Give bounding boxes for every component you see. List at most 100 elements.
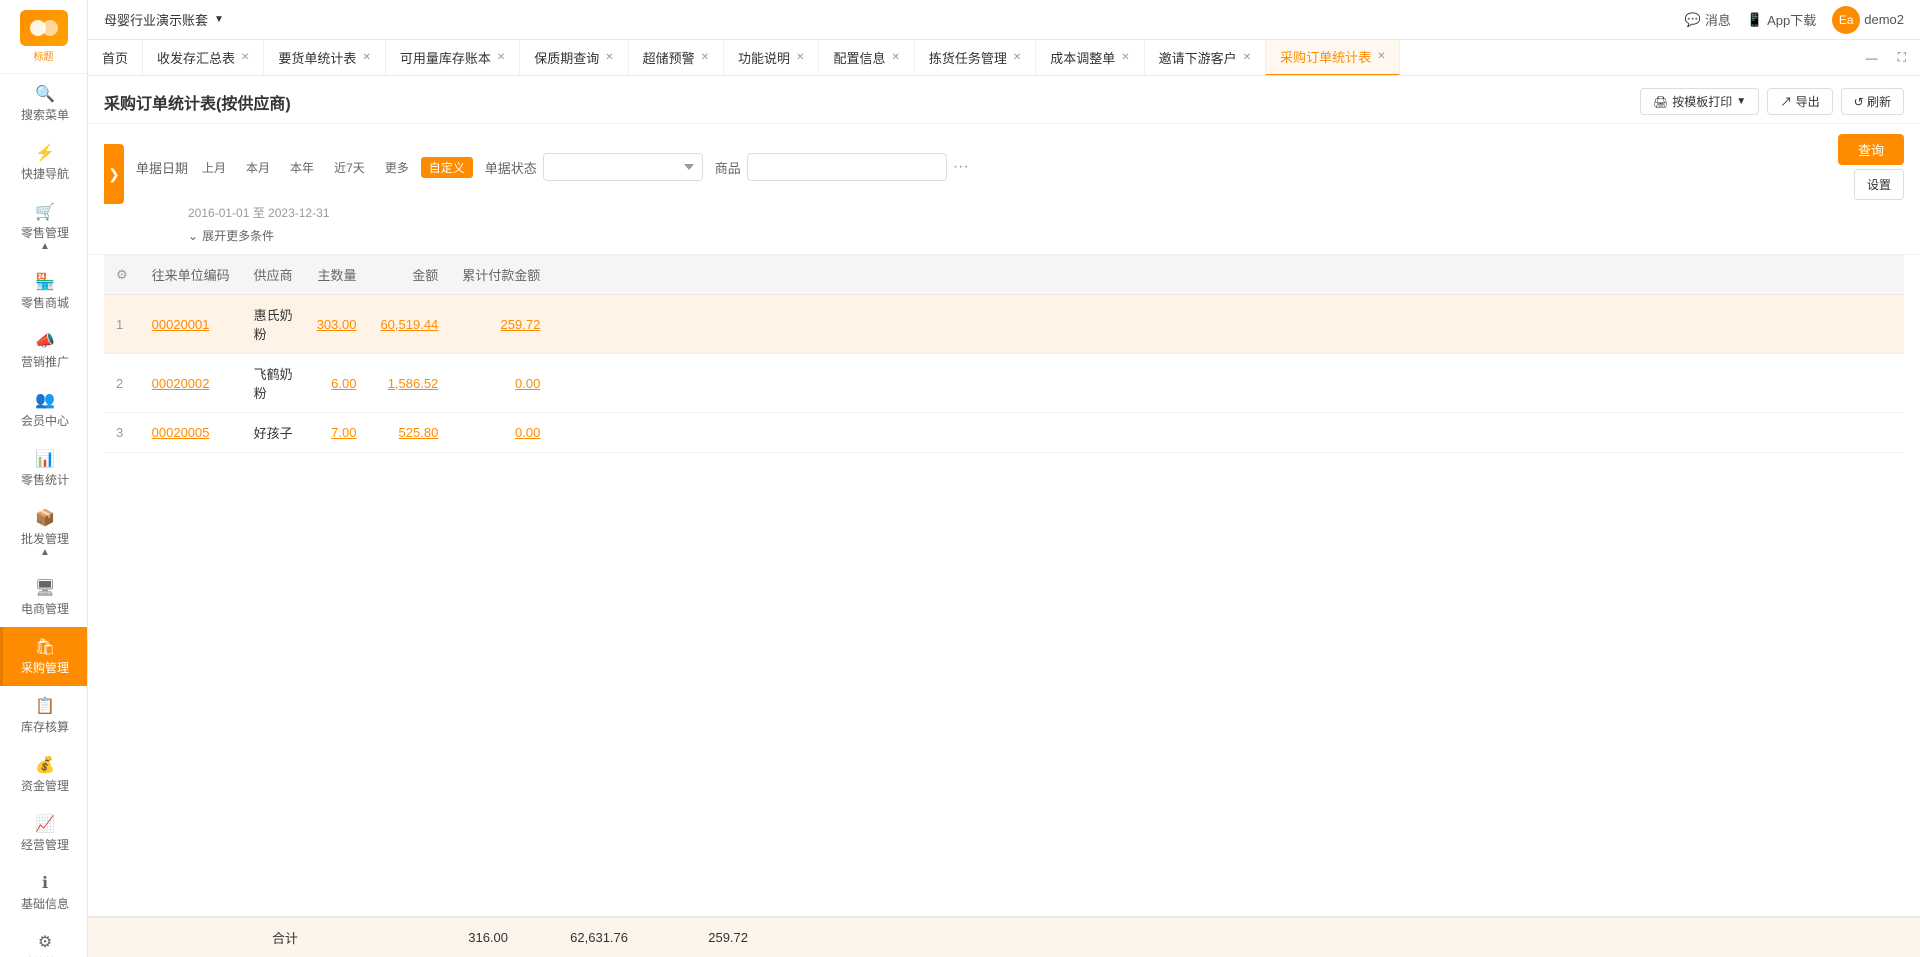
- chevron-right-icon: ❯: [108, 166, 120, 183]
- close-icon[interactable]: ✕: [1121, 52, 1129, 63]
- finance-icon: 💰: [35, 755, 55, 775]
- partner-code-cell: 00020005: [140, 413, 242, 453]
- close-icon[interactable]: ✕: [1013, 52, 1021, 63]
- sidebar-item-search[interactable]: 🔍 搜索菜单: [0, 74, 87, 133]
- close-icon[interactable]: ✕: [701, 52, 709, 63]
- refresh-button[interactable]: ↺ 刷新: [1841, 88, 1904, 115]
- page-title: 采购订单统计表(按供应商): [104, 90, 291, 114]
- last-7days-btn[interactable]: 近7天: [326, 157, 373, 178]
- app-download-button[interactable]: 📱 App下载: [1747, 10, 1816, 29]
- expand-tabs-button[interactable]: ⛶: [1892, 48, 1912, 67]
- close-icon[interactable]: ✕: [1377, 51, 1385, 62]
- tab-func-desc[interactable]: 功能说明 ✕: [724, 40, 819, 76]
- sidebar-item-label: 会员中心: [21, 412, 69, 429]
- settings-icon[interactable]: ⚙: [116, 267, 128, 282]
- workspace-name: 母婴行业演示账套: [104, 10, 208, 29]
- sidebar-item-operation[interactable]: 📈 经营管理: [0, 804, 87, 863]
- sidebar-item-marketing[interactable]: 📣 营销推广: [0, 321, 87, 380]
- last-month-btn[interactable]: 上月: [194, 157, 234, 178]
- query-button[interactable]: 查询: [1838, 134, 1904, 165]
- sidebar-item-purchase[interactable]: 🛍 采购管理: [0, 627, 87, 686]
- tab-invite[interactable]: 邀请下游客户 ✕: [1145, 40, 1266, 76]
- page-content: 采购订单统计表(按供应商) 🖨 按模板打印 ▼ ↗ 导出 ↺ 刷新: [88, 76, 1920, 957]
- sidebar-item-shortcut[interactable]: ⚡ 快捷导航: [0, 133, 87, 192]
- header-right-icons: 💬 消息 📱 App下载 Ea demo2: [1685, 6, 1904, 34]
- sidebar-item-inventory[interactable]: 📋 库存核算: [0, 686, 87, 745]
- refresh-icon: ↺: [1854, 95, 1864, 109]
- tab-pick-task[interactable]: 拣货任务管理 ✕: [915, 40, 1036, 76]
- collapse-button[interactable]: ❯: [104, 144, 124, 204]
- expand-more-btn[interactable]: ⌄ 展开更多条件: [136, 227, 1904, 244]
- status-label: 单据状态: [485, 158, 537, 177]
- sidebar-item-retail[interactable]: 🛒 零售管理 ▲: [0, 192, 87, 262]
- template-print-button[interactable]: 🖨 按模板打印 ▼: [1640, 88, 1759, 115]
- sidebar-item-retail-stat[interactable]: 📊 零售统计: [0, 439, 87, 498]
- custom-date-btn[interactable]: 自定义: [421, 157, 473, 178]
- status-filter: 单据状态: [485, 153, 703, 181]
- shop-icon: 🏪: [35, 272, 55, 292]
- close-icon[interactable]: ✕: [362, 52, 370, 63]
- sidebar-item-batch[interactable]: 📦 批发管理 ▲: [0, 498, 87, 568]
- main-qty-cell: 7.00: [305, 413, 369, 453]
- system-icon: ⚙: [38, 932, 52, 952]
- sidebar-item-retail-shop[interactable]: 🏪 零售商城: [0, 262, 87, 321]
- main-qty-cell: 6.00: [305, 354, 369, 413]
- tab-inventory-book[interactable]: 可用量库存账本 ✕: [386, 40, 520, 76]
- minimize-tabs-button[interactable]: —: [1860, 49, 1884, 67]
- sidebar-item-label: 零售商城: [21, 294, 69, 311]
- workspace-selector[interactable]: 母婴行业演示账套 ▼: [104, 10, 224, 29]
- row-num: 3: [104, 413, 140, 453]
- user-avatar-button[interactable]: Ea demo2: [1832, 6, 1904, 34]
- status-select[interactable]: [543, 153, 703, 181]
- date-range-text: 2016-01-01 至 2023-12-31: [188, 204, 329, 221]
- footer-total-label: 合计: [272, 931, 298, 946]
- more-options-icon[interactable]: ···: [953, 158, 969, 176]
- more-dates-btn[interactable]: 更多: [377, 157, 417, 178]
- goods-filter: 商品 ···: [715, 153, 969, 181]
- export-button[interactable]: ↗ 导出: [1767, 88, 1832, 115]
- table-footer: 合计 316.00 62,631.76 259.72: [88, 916, 1920, 957]
- message-button[interactable]: 💬 消息: [1685, 10, 1731, 29]
- table-row: 2 00020002 飞鹤奶粉 6.00 1,586.52 0.00: [104, 354, 1904, 413]
- tab-purchase-stat[interactable]: 要货单统计表 ✕: [264, 40, 385, 76]
- tab-expiry[interactable]: 保质期查询 ✕: [520, 40, 628, 76]
- paid-amount-cell: 259.72: [450, 295, 552, 354]
- close-icon[interactable]: ✕: [241, 52, 249, 63]
- sidebar-item-system[interactable]: ⚙ 系统管理: [0, 922, 87, 957]
- table-row: 3 00020005 好孩子 7.00 525.80 0.00: [104, 413, 1904, 453]
- tab-home[interactable]: 首页: [88, 40, 143, 76]
- main-area: 母婴行业演示账套 ▼ 💬 消息 📱 App下载 Ea demo2 首页: [88, 0, 1920, 957]
- chevron-down-icon: ▲: [40, 547, 50, 558]
- close-icon[interactable]: ✕: [1243, 52, 1251, 63]
- sidebar-item-member[interactable]: 👥 会员中心: [0, 380, 87, 439]
- goods-input[interactable]: [747, 153, 947, 181]
- date-range-display: 2016-01-01 至 2023-12-31: [136, 204, 1904, 221]
- amount-cell: 525.80: [368, 413, 450, 453]
- close-icon[interactable]: ✕: [497, 52, 505, 63]
- tab-overstock[interactable]: 超储预警 ✕: [629, 40, 724, 76]
- purchase-icon: 🛍: [35, 637, 55, 657]
- th-paid-amount: 累计付款金额: [450, 255, 552, 295]
- close-icon[interactable]: ✕: [891, 52, 899, 63]
- close-icon[interactable]: ✕: [796, 52, 804, 63]
- setting-button[interactable]: 设置: [1854, 169, 1904, 200]
- date-shortcuts: 上月 本月 本年 近7天 更多 自定义: [194, 157, 473, 178]
- app-download-label: App下载: [1767, 10, 1816, 29]
- th-partner-code: 往来单位编码: [140, 255, 242, 295]
- tab-config[interactable]: 配置信息 ✕: [819, 40, 914, 76]
- tab-purchase-order-stat[interactable]: 采购订单统计表 ✕: [1266, 40, 1400, 76]
- th-main-qty: 主数量: [305, 255, 369, 295]
- sidebar-item-ecommerce[interactable]: 🖥 电商管理: [0, 568, 87, 627]
- sidebar-item-label: 零售统计: [21, 471, 69, 488]
- data-table-wrapper: ⚙ 往来单位编码 供应商 主数量 金额 累计付款金额 1: [88, 255, 1920, 916]
- data-table: ⚙ 往来单位编码 供应商 主数量 金额 累计付款金额 1: [104, 255, 1904, 453]
- paid-amount-cell: 0.00: [450, 354, 552, 413]
- close-icon[interactable]: ✕: [605, 52, 613, 63]
- tab-cost-adj[interactable]: 成本调整单 ✕: [1036, 40, 1144, 76]
- tab-collect[interactable]: 收发存汇总表 ✕: [143, 40, 264, 76]
- footer-supplier-cell: 合计: [260, 928, 420, 947]
- sidebar-item-basic[interactable]: ℹ 基础信息: [0, 863, 87, 922]
- sidebar-item-finance[interactable]: 💰 资金管理: [0, 745, 87, 804]
- this-month-btn[interactable]: 本月: [238, 157, 278, 178]
- this-year-btn[interactable]: 本年: [282, 157, 322, 178]
